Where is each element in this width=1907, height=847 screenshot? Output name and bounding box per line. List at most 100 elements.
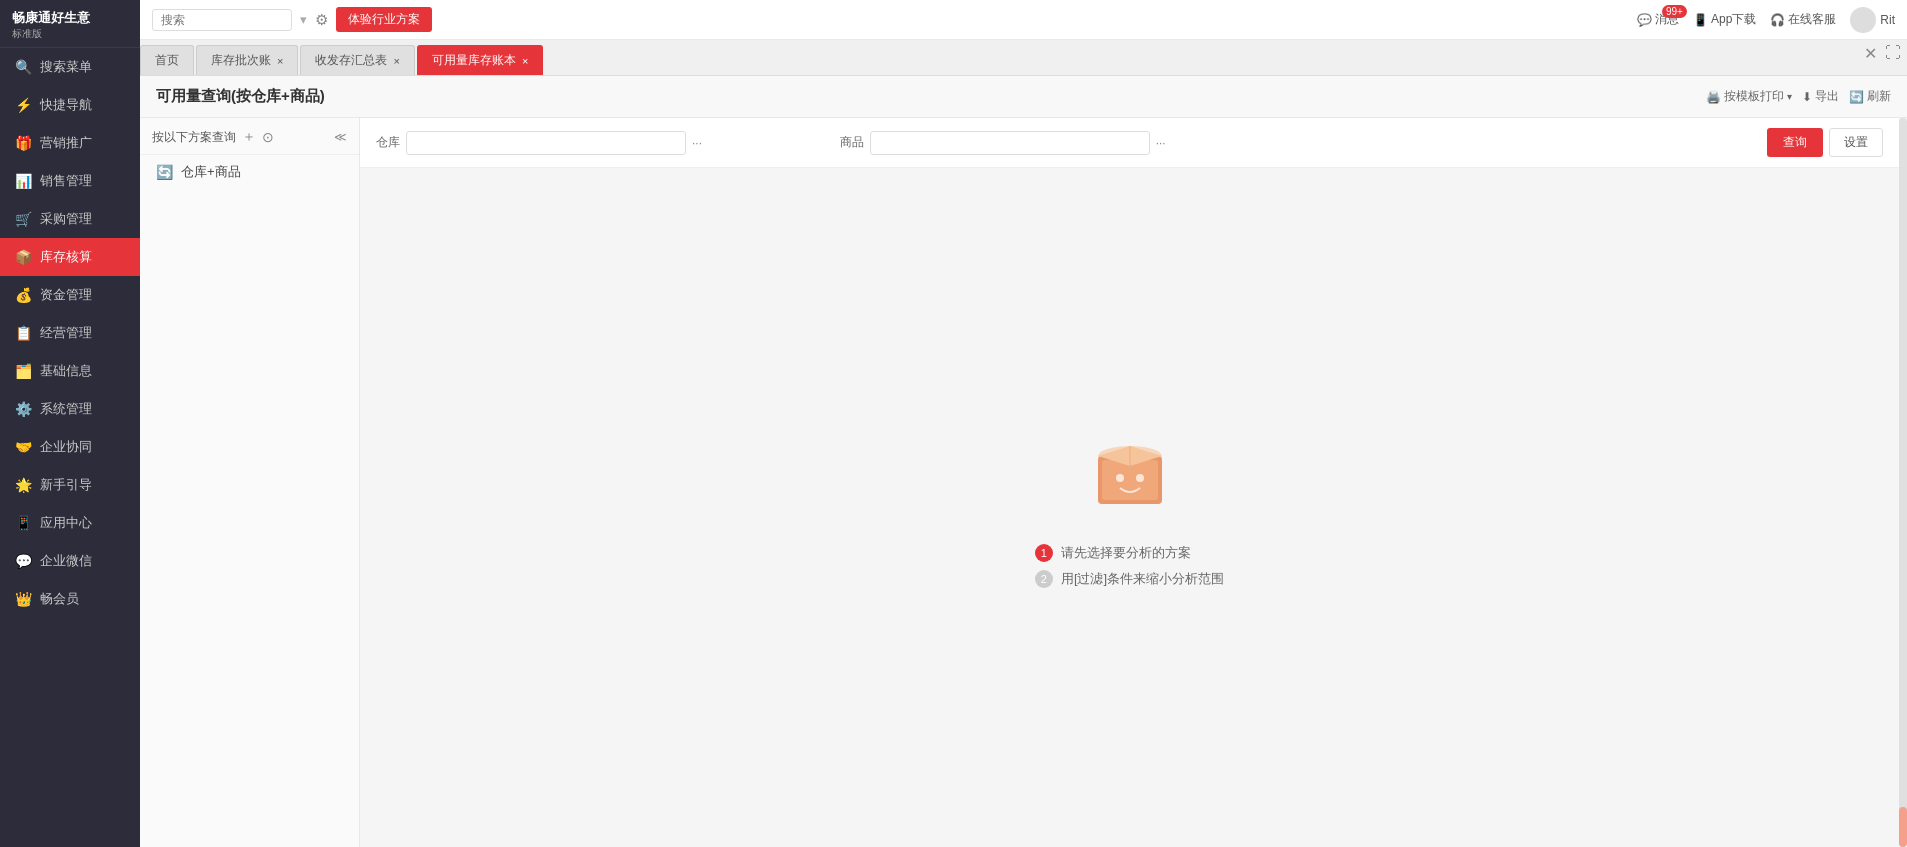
tab-batch-close[interactable]: × <box>277 55 283 67</box>
message-count: 99+ <box>1662 5 1687 18</box>
page-header: 可用量查询(按仓库+商品) 🖨️ 按模板打印 ▾ ⬇ 导出 🔄 刷新 <box>140 76 1907 118</box>
tab-summary[interactable]: 收发存汇总表 × <box>300 45 414 75</box>
goods-field: 商品 ··· <box>840 131 1288 155</box>
avatar-image <box>1850 7 1876 33</box>
print-icon: 🖨️ <box>1706 90 1721 104</box>
app-download[interactable]: 📱 App下载 <box>1693 11 1756 28</box>
basic-icon: 🗂️ <box>14 362 32 380</box>
sidebar-item-purchase[interactable]: 🛒 采购管理 <box>0 200 140 238</box>
sidebar-item-corpwx[interactable]: 💬 企业微信 <box>0 542 140 580</box>
topbar-search-input[interactable] <box>152 9 292 31</box>
sidebar-item-label: 库存核算 <box>40 248 92 266</box>
print-button[interactable]: 🖨️ 按模板打印 ▾ <box>1706 88 1792 105</box>
system-icon: ⚙️ <box>14 400 32 418</box>
tab-close-all-button[interactable]: ✕ <box>1864 44 1877 63</box>
goods-input[interactable] <box>870 131 1150 155</box>
finance-icon: 💰 <box>14 286 32 304</box>
inventory-icon: 📦 <box>14 248 32 266</box>
sidebar-item-search[interactable]: 🔍 搜索菜单 <box>0 48 140 86</box>
sidebar-item-corp[interactable]: 🤝 企业协同 <box>0 428 140 466</box>
goods-label: 商品 <box>840 134 864 151</box>
industry-solution-button[interactable]: 体验行业方案 <box>336 7 432 32</box>
hint-num-1: 1 <box>1035 544 1053 562</box>
sidebar-item-vip[interactable]: 👑 畅会员 <box>0 580 140 618</box>
warehouse-label: 仓库 <box>376 134 400 151</box>
username-label: Rit <box>1880 13 1895 27</box>
refresh-button[interactable]: 🔄 刷新 <box>1849 88 1891 105</box>
tab-available-close[interactable]: × <box>522 55 528 67</box>
sidebar-item-basic[interactable]: 🗂️ 基础信息 <box>0 352 140 390</box>
sidebar-item-label: 经营管理 <box>40 324 92 342</box>
sidebar-item-appcenter[interactable]: 📱 应用中心 <box>0 504 140 542</box>
hint-item-1: 1 请先选择要分析的方案 <box>1035 544 1224 562</box>
filter-add-icon[interactable]: ＋ <box>242 128 256 146</box>
sidebar-item-operation[interactable]: 📋 经营管理 <box>0 314 140 352</box>
tab-available-label: 可用量库存账本 <box>432 52 516 69</box>
sidebar-item-label: 营销推广 <box>40 134 92 152</box>
corp-icon: 🤝 <box>14 438 32 456</box>
tab-batch[interactable]: 库存批次账 × <box>196 45 298 75</box>
tab-available[interactable]: 可用量库存账本 × <box>417 45 543 75</box>
filter-collapse-icon[interactable]: ≪ <box>334 130 347 144</box>
query-actions: 查询 设置 <box>1767 128 1883 157</box>
export-icon: ⬇ <box>1802 90 1812 104</box>
sidebar-item-quicknav[interactable]: ⚡ 快捷导航 <box>0 86 140 124</box>
tab-batch-label: 库存批次账 <box>211 52 271 69</box>
topbar: ▾ ⚙ 体验行业方案 💬 消息 99+ 📱 App下载 🎧 在线客服 Rit <box>140 0 1907 40</box>
topbar-gear-icon[interactable]: ⚙ <box>315 11 328 29</box>
hint-text-1: 请先选择要分析的方案 <box>1061 544 1191 562</box>
topbar-dropdown-icon[interactable]: ▾ <box>300 12 307 27</box>
export-button[interactable]: ⬇ 导出 <box>1802 88 1839 105</box>
query-area: 仓库 ··· 商品 ··· 查询 设置 <box>360 118 1899 847</box>
sidebar-item-finance[interactable]: 💰 资金管理 <box>0 276 140 314</box>
filter-item-label: 仓库+商品 <box>181 163 241 181</box>
sidebar-item-label: 采购管理 <box>40 210 92 228</box>
message-icon: 💬 <box>1637 13 1652 27</box>
appcenter-icon: 📱 <box>14 514 32 532</box>
tab-summary-label: 收发存汇总表 <box>315 52 387 69</box>
warehouse-more[interactable]: ··· <box>692 136 702 150</box>
page-title: 可用量查询(按仓库+商品) <box>156 87 1706 106</box>
sidebar-item-inventory[interactable]: 📦 库存核算 <box>0 238 140 276</box>
corpwx-icon: 💬 <box>14 552 32 570</box>
query-bar: 仓库 ··· 商品 ··· 查询 设置 <box>360 118 1899 168</box>
settings-button[interactable]: 设置 <box>1829 128 1883 157</box>
tab-summary-close[interactable]: × <box>393 55 399 67</box>
sidebar-item-marketing[interactable]: 🎁 营销推广 <box>0 124 140 162</box>
sidebar-item-label: 新手引导 <box>40 476 92 494</box>
filter-title: 按以下方案查询 <box>152 129 236 146</box>
print-dropdown-icon[interactable]: ▾ <box>1787 91 1792 102</box>
sidebar-item-label: 畅会员 <box>40 590 79 608</box>
sidebar-item-system[interactable]: ⚙️ 系统管理 <box>0 390 140 428</box>
sidebar-item-newbie[interactable]: 🌟 新手引导 <box>0 466 140 504</box>
user-avatar[interactable]: Rit <box>1850 7 1895 33</box>
sidebar-item-label: 企业协同 <box>40 438 92 456</box>
right-scrollbar-thumb[interactable] <box>1899 807 1907 847</box>
sidebar-item-sales[interactable]: 📊 销售管理 <box>0 162 140 200</box>
page-actions: 🖨️ 按模板打印 ▾ ⬇ 导出 🔄 刷新 <box>1706 88 1891 105</box>
goods-more[interactable]: ··· <box>1156 136 1166 150</box>
warehouse-input[interactable] <box>406 131 686 155</box>
empty-illustration <box>1080 428 1180 528</box>
search-icon: 🔍 <box>14 58 32 76</box>
sidebar-item-label: 应用中心 <box>40 514 92 532</box>
sidebar-item-label: 资金管理 <box>40 286 92 304</box>
sales-icon: 📊 <box>14 172 32 190</box>
tab-home[interactable]: 首页 <box>140 45 194 75</box>
filter-header: 按以下方案查询 ＋ ⊙ ≪ <box>140 128 359 155</box>
filter-item-warehouse-goods[interactable]: 🔄 仓库+商品 <box>140 155 359 189</box>
operation-icon: 📋 <box>14 324 32 342</box>
logo-name: 畅康通好生意 <box>12 10 128 27</box>
tab-expand-button[interactable]: ⛶ <box>1885 44 1901 62</box>
logo-sub: 标准版 <box>12 27 128 41</box>
message-badge[interactable]: 💬 消息 99+ <box>1637 11 1679 28</box>
online-service[interactable]: 🎧 在线客服 <box>1770 11 1836 28</box>
query-button[interactable]: 查询 <box>1767 128 1823 157</box>
topbar-right: 💬 消息 99+ 📱 App下载 🎧 在线客服 Rit <box>1637 7 1895 33</box>
svg-point-3 <box>1116 474 1124 482</box>
empty-hints: 1 请先选择要分析的方案 2 用[过滤]条件来缩小分析范围 <box>1035 544 1224 588</box>
filter-settings-icon[interactable]: ⊙ <box>262 129 274 145</box>
hint-item-2: 2 用[过滤]条件来缩小分析范围 <box>1035 570 1224 588</box>
quicknav-icon: ⚡ <box>14 96 32 114</box>
refresh-icon: 🔄 <box>1849 90 1864 104</box>
